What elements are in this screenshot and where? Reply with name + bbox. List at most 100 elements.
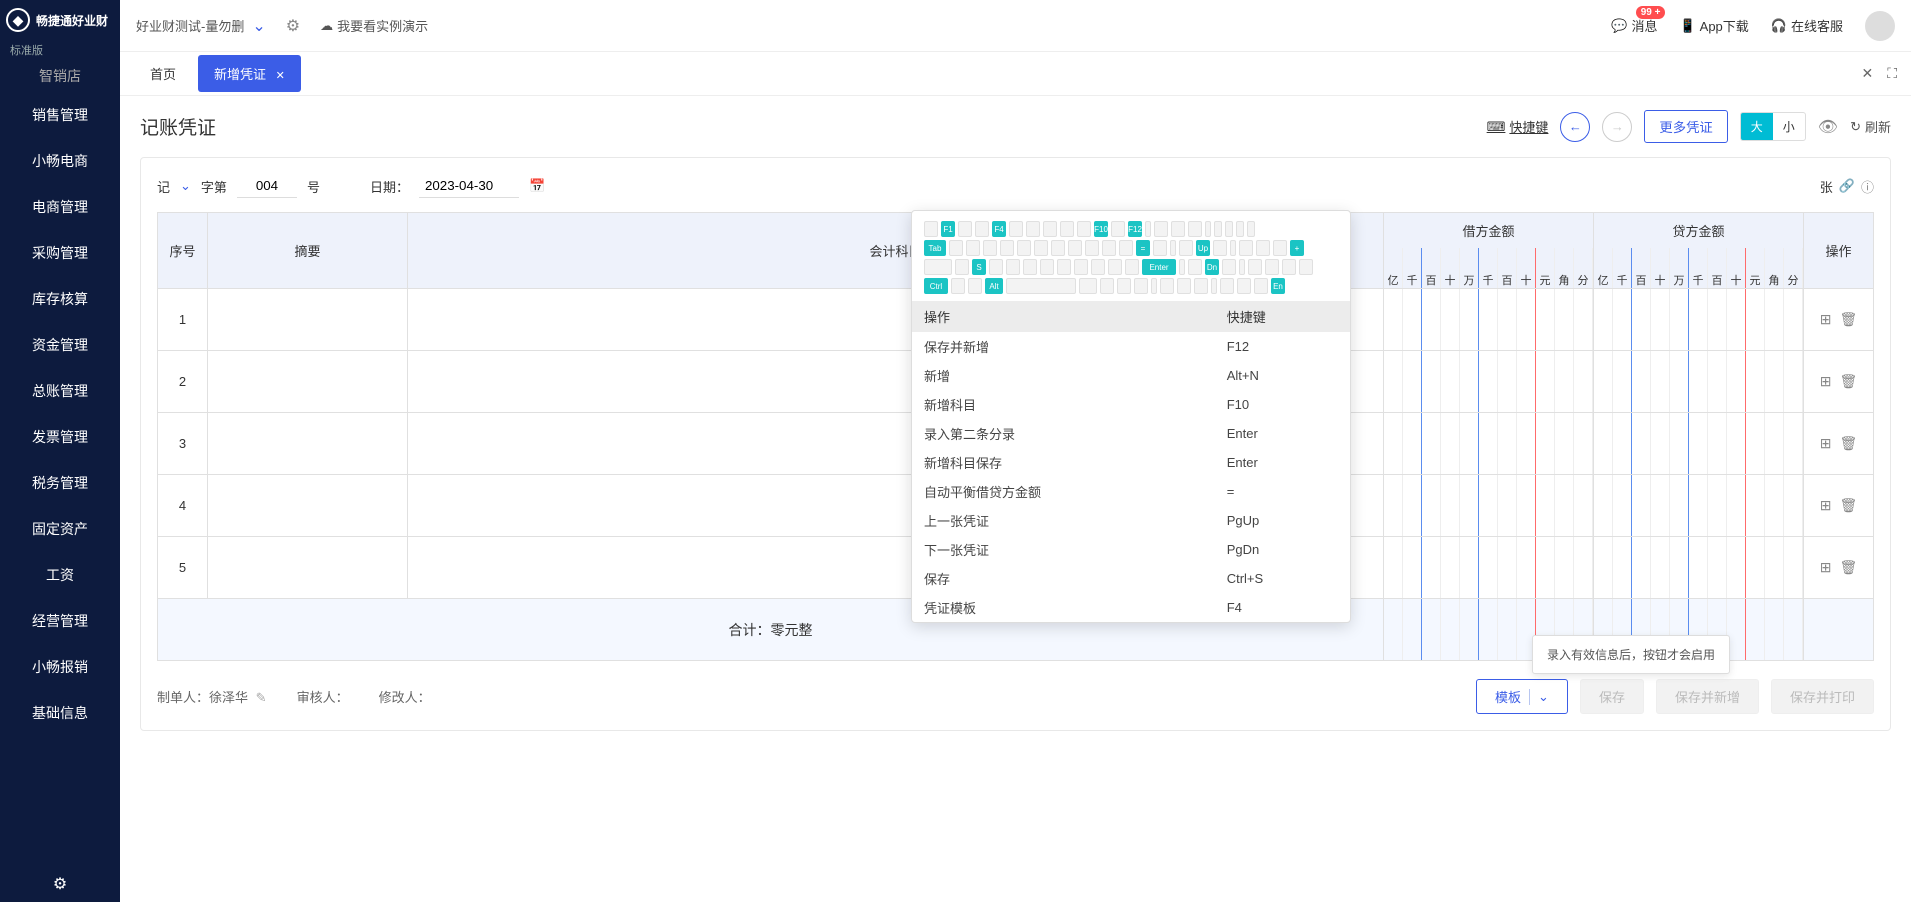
seq-cell: 3 [158, 413, 208, 475]
save-and-new-button[interactable]: 保存并新增 [1656, 679, 1759, 714]
key [1222, 259, 1236, 275]
save-button[interactable]: 保存 [1580, 679, 1644, 714]
summary-cell[interactable] [208, 475, 408, 537]
tab-home[interactable]: 首页 [134, 55, 192, 92]
fullscreen-icon[interactable]: ⛶ [1887, 65, 1897, 82]
voucher-number-input[interactable] [237, 174, 297, 198]
key [1051, 240, 1065, 256]
add-row-icon[interactable]: ⊞ [1820, 311, 1832, 328]
delete-row-icon[interactable]: 🗑 [1839, 311, 1857, 328]
sidebar-item[interactable]: 固定资产 [0, 506, 120, 552]
date-input[interactable] [419, 174, 519, 198]
key [1006, 278, 1076, 294]
sidebar-item[interactable]: 税务管理 [0, 460, 120, 506]
debit-cell[interactable] [1384, 413, 1594, 475]
add-row-icon[interactable]: ⊞ [1820, 373, 1832, 390]
demo-link[interactable]: ☁ 我要看实例演示 [320, 16, 428, 35]
key [955, 259, 969, 275]
sidebar-item[interactable]: 经营管理 [0, 598, 120, 644]
sidebar-item[interactable]: 基础信息 [0, 690, 120, 736]
logo: ◆ 畅捷通好业财 [0, 0, 120, 40]
edit-icon[interactable]: ✎ [256, 690, 267, 705]
calendar-icon[interactable]: 📅 [529, 178, 545, 194]
eye-icon[interactable]: 👁 [1818, 117, 1838, 137]
refresh-button[interactable]: ↻ 刷新 [1850, 117, 1891, 136]
key [1205, 221, 1211, 237]
app-download-button[interactable]: 📱 App下载 [1679, 16, 1748, 35]
debit-cell[interactable] [1384, 537, 1594, 599]
debit-cell[interactable] [1384, 475, 1594, 537]
size-small[interactable]: 小 [1773, 113, 1805, 140]
size-large[interactable]: 大 [1741, 113, 1773, 140]
key [1085, 240, 1099, 256]
shortcut-row: 自动平衡借贷方金额= [912, 477, 1350, 506]
sidebar-item[interactable]: 资金管理 [0, 322, 120, 368]
debit-cell[interactable] [1384, 289, 1594, 351]
key: S [972, 259, 986, 275]
close-all-icon[interactable]: ✕ [1861, 65, 1873, 82]
key [1265, 259, 1279, 275]
template-button[interactable]: 模板⌄ [1476, 679, 1568, 714]
summary-cell[interactable] [208, 289, 408, 351]
add-row-icon[interactable]: ⊞ [1820, 497, 1832, 514]
summary-cell[interactable] [208, 351, 408, 413]
sidebar-item[interactable]: 销售管理 [0, 92, 120, 138]
seq-cell: 2 [158, 351, 208, 413]
delete-row-icon[interactable]: 🗑 [1839, 497, 1857, 514]
debit-cell[interactable] [1384, 351, 1594, 413]
key [1225, 221, 1233, 237]
add-row-icon[interactable]: ⊞ [1820, 435, 1832, 452]
delete-row-icon[interactable]: 🗑 [1839, 559, 1857, 576]
size-toggle: 大 小 [1740, 112, 1806, 141]
key [1145, 221, 1151, 237]
key [1170, 240, 1176, 256]
sidebar-item[interactable]: 发票管理 [0, 414, 120, 460]
delete-row-icon[interactable]: 🗑 [1839, 435, 1857, 452]
headset-icon: 🎧 [1771, 18, 1787, 34]
sidebar-item[interactable]: 电商管理 [0, 184, 120, 230]
credit-cell[interactable] [1594, 413, 1804, 475]
credit-cell[interactable] [1594, 537, 1804, 599]
summary-cell[interactable] [208, 537, 408, 599]
add-row-icon[interactable]: ⊞ [1820, 559, 1832, 576]
sidebar-item[interactable]: 总账管理 [0, 368, 120, 414]
col-seq: 序号 [158, 213, 208, 289]
credit-cell[interactable] [1594, 289, 1804, 351]
key [924, 259, 952, 275]
key [1102, 240, 1116, 256]
close-icon[interactable]: ✕ [276, 70, 285, 82]
sidebar-item-partial[interactable]: 智销店 [0, 60, 120, 92]
key [1119, 240, 1133, 256]
tab-new-voucher[interactable]: 新增凭证 ✕ [198, 55, 301, 92]
save-tooltip: 录入有效信息后，按钮才会启用 [1532, 635, 1730, 674]
gear-icon[interactable]: ⚙ [0, 866, 120, 902]
key [1160, 278, 1174, 294]
more-vouchers-button[interactable]: 更多凭证 [1644, 110, 1727, 143]
project-selector[interactable]: 好业财测试-量勿删 ⌄ [136, 16, 266, 36]
sidebar-item[interactable]: 小畅电商 [0, 138, 120, 184]
prev-voucher-button[interactable]: ← [1560, 112, 1590, 142]
delete-row-icon[interactable]: 🗑 [1839, 373, 1857, 390]
key [1256, 240, 1270, 256]
credit-cell[interactable] [1594, 475, 1804, 537]
next-voucher-button[interactable]: → [1602, 112, 1632, 142]
avatar[interactable] [1865, 11, 1895, 41]
sidebar-item[interactable]: 采购管理 [0, 230, 120, 276]
sidebar-item[interactable]: 库存核算 [0, 276, 120, 322]
summary-cell[interactable] [208, 413, 408, 475]
shortcut-link[interactable]: ⌨ 快捷键 [1487, 117, 1549, 136]
key: Up [1196, 240, 1210, 256]
customer-service-button[interactable]: 🎧 在线客服 [1771, 16, 1843, 35]
messages-button[interactable]: 💬 消息 99 + [1611, 16, 1657, 35]
sidebar-item[interactable]: 工资 [0, 552, 120, 598]
info-icon[interactable]: ⓘ [1861, 177, 1874, 196]
save-and-print-button[interactable]: 保存并打印 [1771, 679, 1874, 714]
credit-cell[interactable] [1594, 351, 1804, 413]
chevron-down-icon[interactable]: ⌄ [180, 178, 191, 194]
chevron-down-icon: ⌄ [1529, 689, 1549, 705]
row-op-cell: ⊞ 🗑 [1804, 351, 1874, 413]
key [1237, 278, 1251, 294]
attachment-icon[interactable]: 🔗 [1839, 178, 1855, 194]
settings-icon[interactable]: ⚙ [286, 16, 300, 36]
sidebar-item[interactable]: 小畅报销 [0, 644, 120, 690]
